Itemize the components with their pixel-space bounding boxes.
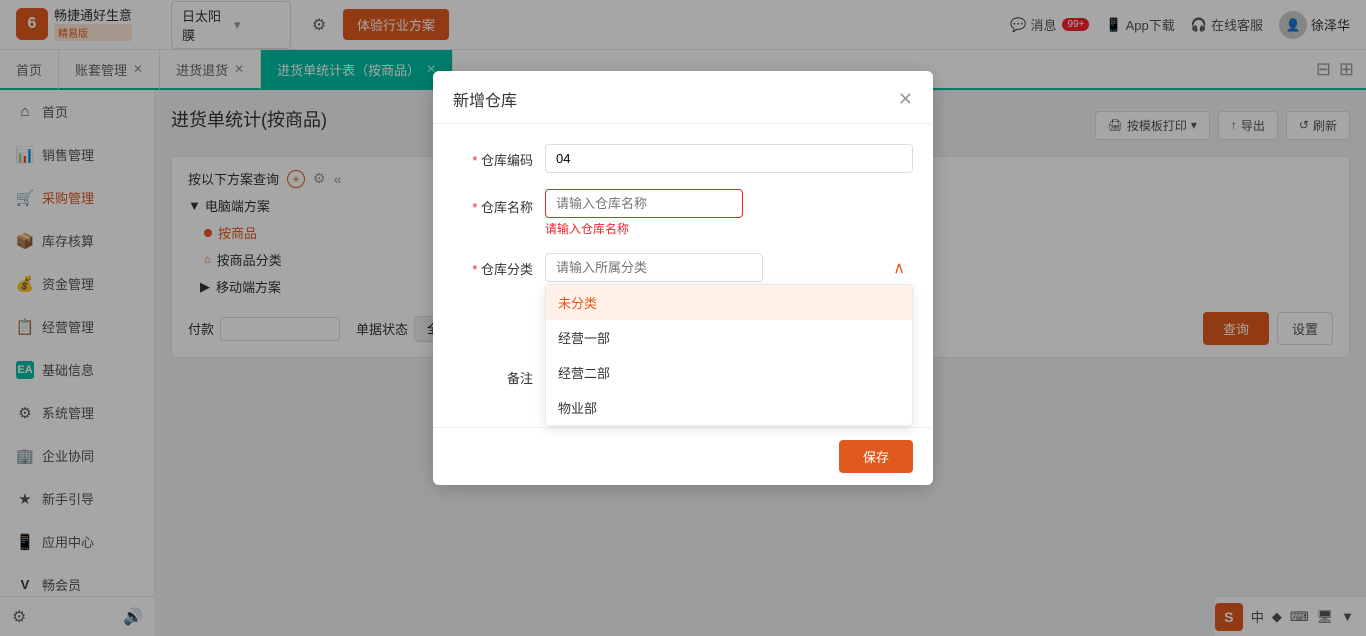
name-label: 仓库名称 [453,191,533,216]
modal-close-button[interactable]: ✕ [898,89,913,110]
dropdown-item-property[interactable]: 物业部 [546,390,912,425]
dropdown-item-dept1[interactable]: 经营一部 [546,320,912,355]
form-row-name: 仓库名称 请输入仓库名称 [453,189,913,237]
name-error-msg: 请输入仓库名称 [545,220,629,237]
modal-title: 新增仓库 [453,87,517,111]
category-dropdown-arrow[interactable]: ∧ [893,258,905,278]
form-row-category: 仓库分类 ∧ 未分类 经营一部 经营二部 物业部 [453,253,913,282]
new-warehouse-modal: 新增仓库 ✕ 仓库编码 仓库名称 请输入仓库名称 仓库分类 [433,71,933,485]
notes-label: 备注 [453,362,533,387]
code-label: 仓库编码 [453,144,533,169]
category-dropdown-list: 未分类 经营一部 经营二部 物业部 [545,284,913,426]
dropdown-item-dept2[interactable]: 经营二部 [546,355,912,390]
name-input[interactable] [545,189,743,218]
modal-header: 新增仓库 ✕ [433,71,933,124]
save-button[interactable]: 保存 [839,440,913,473]
category-input[interactable] [545,253,763,282]
code-input[interactable] [545,144,913,173]
modal-footer: 保存 [433,427,933,485]
modal-body: 仓库编码 仓库名称 请输入仓库名称 仓库分类 ∧ 未分类 [433,124,933,427]
modal-overlay: 新增仓库 ✕ 仓库编码 仓库名称 请输入仓库名称 仓库分类 [0,0,1366,636]
category-label: 仓库分类 [453,253,533,278]
dropdown-item-uncategorized[interactable]: 未分类 [546,285,912,320]
category-wrapper: ∧ 未分类 经营一部 经营二部 物业部 [545,253,913,282]
form-row-code: 仓库编码 [453,144,913,173]
